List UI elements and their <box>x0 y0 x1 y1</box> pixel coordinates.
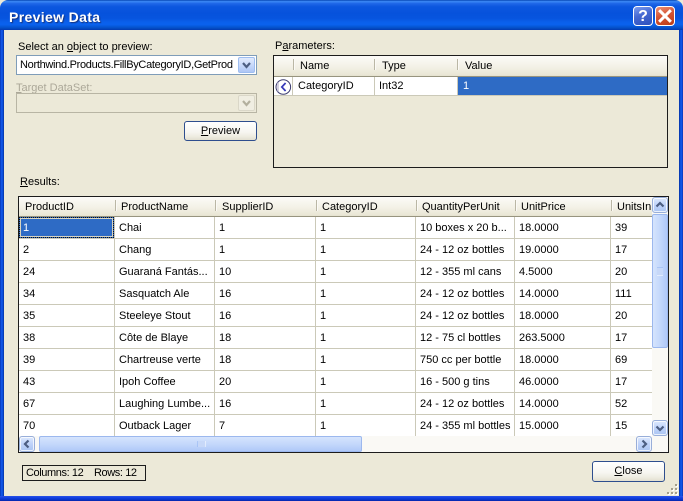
svg-text:?: ? <box>638 8 648 25</box>
